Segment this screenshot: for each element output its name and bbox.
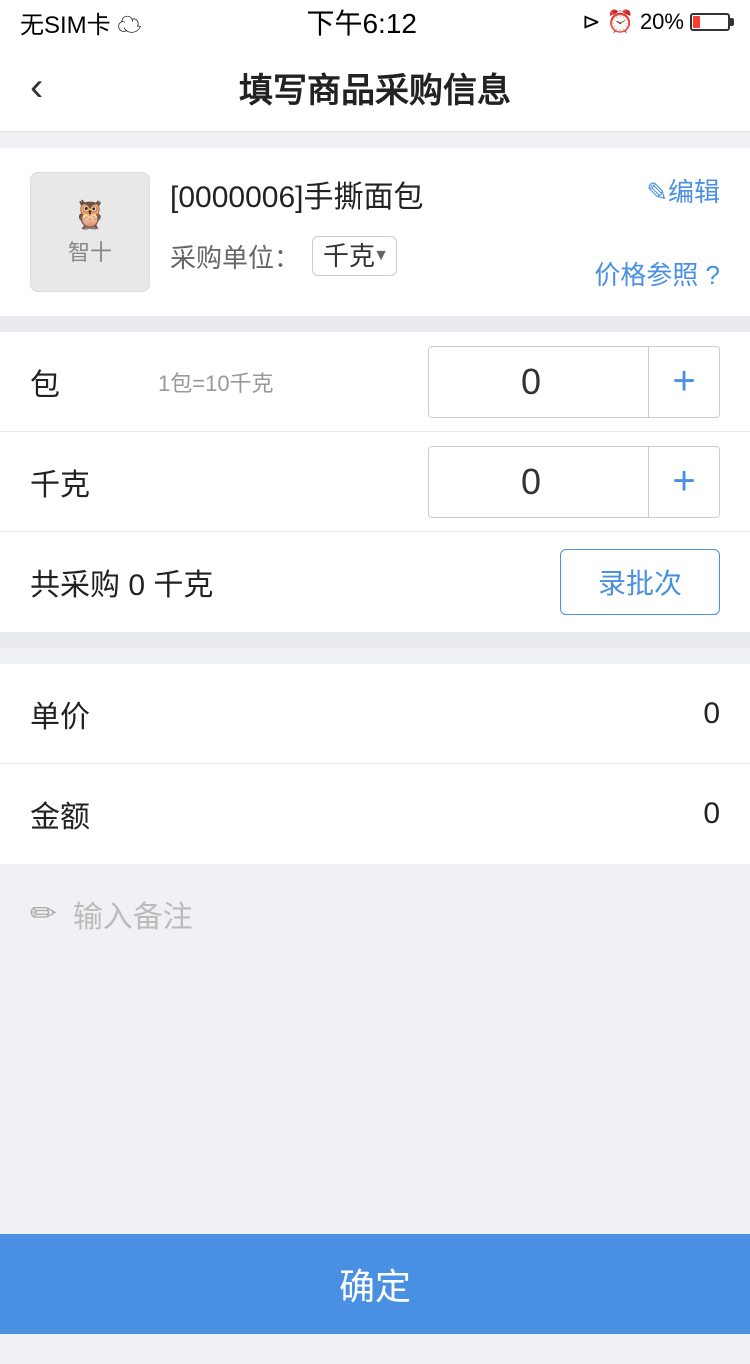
price-section: 单价 0 金额 0 (0, 664, 750, 864)
status-time: 下午6:12 (306, 2, 417, 42)
bao-input-wrapper: + (428, 346, 720, 418)
back-button[interactable]: ‹ (30, 55, 63, 120)
bao-plus-button[interactable]: + (648, 346, 720, 418)
divider-2 (0, 632, 750, 648)
bao-row: 包 1包=10千克 + (0, 332, 750, 432)
edit-button[interactable]: ✎编辑 (646, 172, 720, 209)
page-title: 填写商品采购信息 (239, 63, 511, 112)
nav-bar: ‹ 填写商品采购信息 (0, 44, 750, 132)
unit-price-label: 单价 (30, 692, 703, 736)
amount-row: 金额 0 (0, 764, 750, 864)
location-icon: ⊳ (582, 9, 600, 35)
bao-sublabel: 1包=10千克 (158, 366, 428, 398)
status-left: 无SIM卡 ☁ (20, 5, 141, 40)
product-card: 🦉 智十 [0000006]手撕面包 采购单位： 千克 包 ✎编辑 价格参照 ? (0, 148, 750, 316)
kg-input-wrapper: + (428, 446, 720, 518)
battery-percent: 20% (640, 9, 684, 35)
notes-placeholder: 输入备注 (73, 892, 193, 936)
quantity-section: 包 1包=10千克 + 千克 + (0, 332, 750, 532)
pencil-icon: ✏ (30, 894, 57, 932)
bao-label: 包 (30, 360, 150, 404)
total-row: 共采购 0 千克 录批次 (0, 532, 750, 632)
no-sim-label: 无SIM卡 ☁ (20, 5, 141, 40)
product-image: 🦉 智十 (30, 172, 150, 292)
unit-price-value: 0 (703, 697, 720, 731)
divider-1 (0, 316, 750, 332)
battery-icon (690, 13, 730, 31)
price-ref-button[interactable]: 价格参照 ? (594, 255, 720, 292)
total-label: 共采购 0 千克 (30, 560, 560, 604)
product-name: [0000006]手撕面包 (170, 172, 720, 216)
unit-select-wrapper[interactable]: 千克 包 (312, 236, 397, 276)
unit-select[interactable]: 千克 包 (312, 236, 397, 276)
status-right: ⊳ ⏰ 20% (582, 9, 730, 35)
amount-value: 0 (703, 797, 720, 831)
status-bar: 无SIM卡 ☁ 下午6:12 ⊳ ⏰ 20% (0, 0, 750, 44)
alarm-icon: ⏰ (607, 9, 634, 35)
amount-label: 金额 (30, 792, 703, 836)
unit-label: 采购单位： (170, 238, 300, 275)
kg-label: 千克 (30, 460, 150, 504)
kg-row: 千克 + (0, 432, 750, 532)
product-image-label: 智十 (68, 235, 112, 267)
confirm-button[interactable]: 确定 (0, 1234, 750, 1334)
notes-section[interactable]: ✏ 输入备注 (0, 864, 750, 1244)
record-batch-button[interactable]: 录批次 (560, 549, 720, 615)
kg-plus-button[interactable]: + (648, 446, 720, 518)
bao-input[interactable] (428, 346, 648, 418)
kg-input[interactable] (428, 446, 648, 518)
unit-price-row: 单价 0 (0, 664, 750, 764)
